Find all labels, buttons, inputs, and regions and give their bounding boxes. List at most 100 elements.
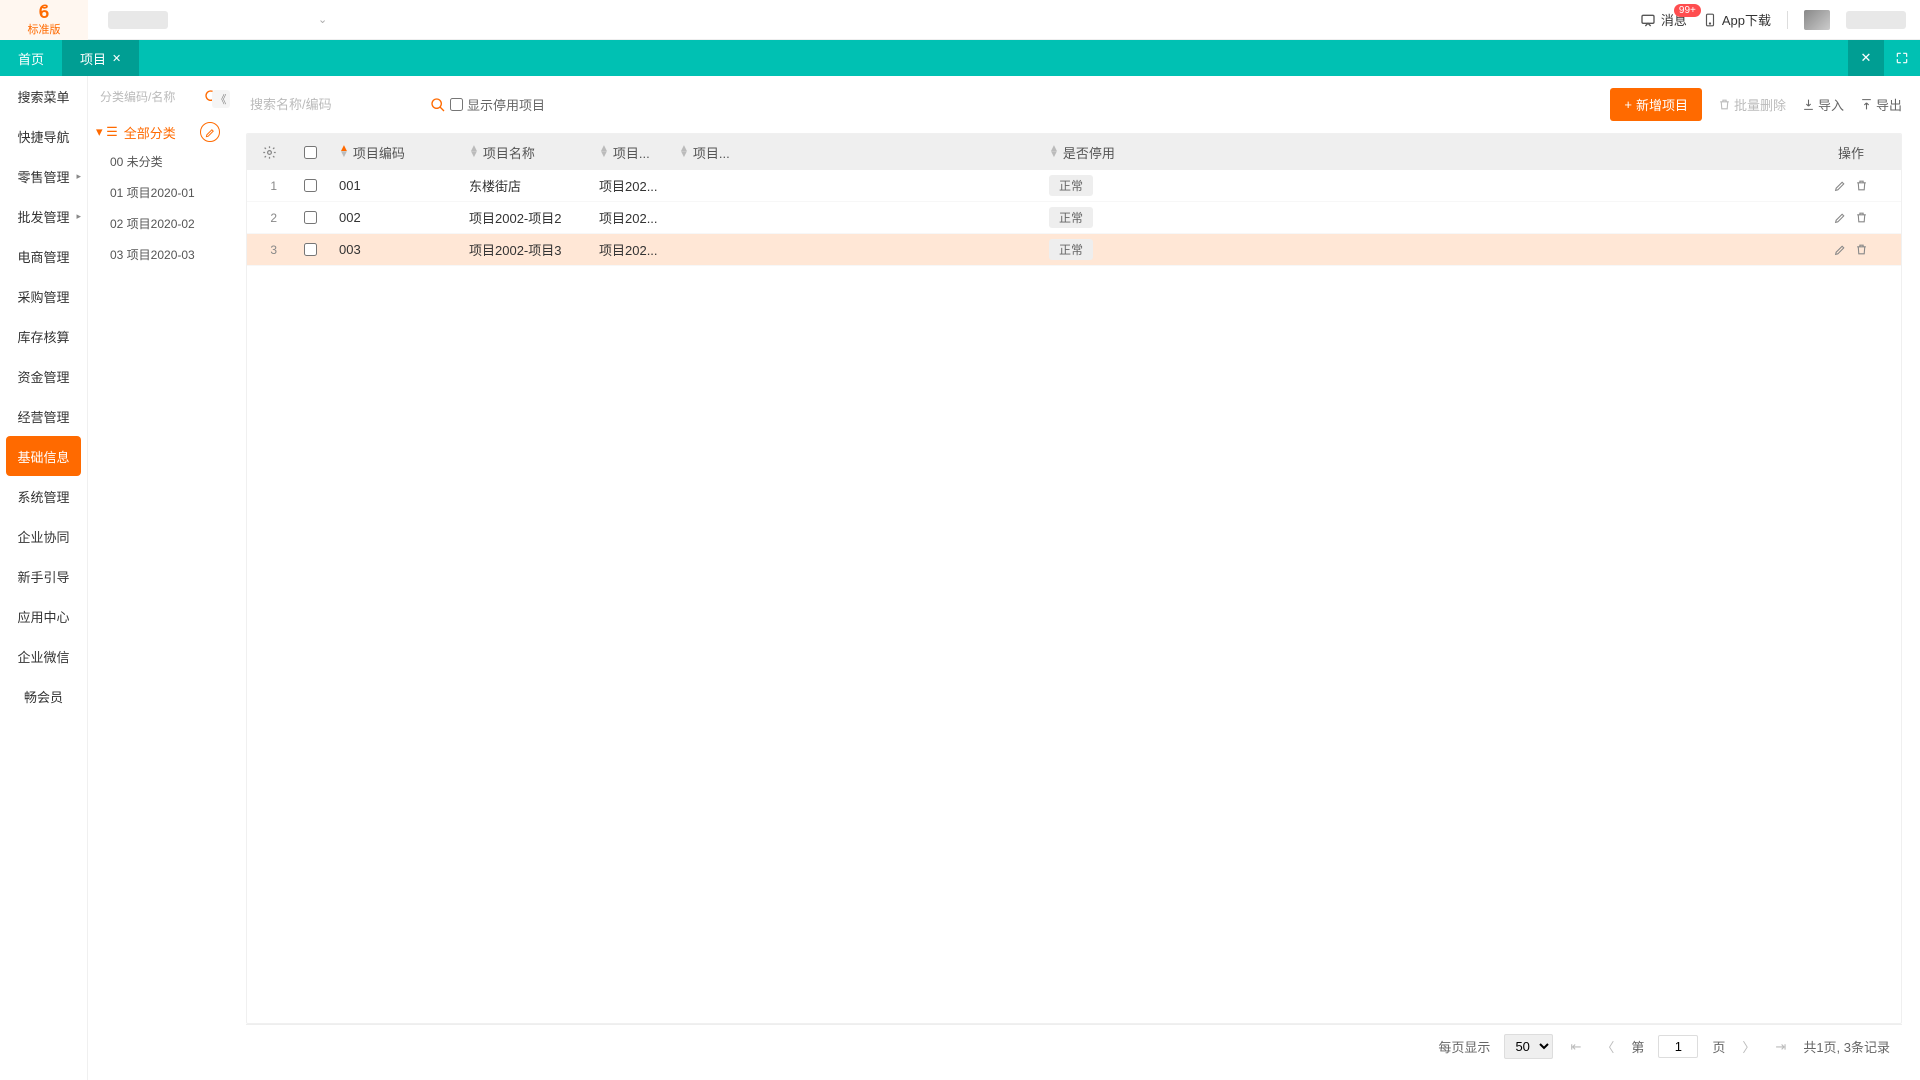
fullscreen-button[interactable] <box>1884 40 1920 76</box>
page-input[interactable] <box>1658 1035 1698 1058</box>
chat-icon <box>1640 12 1656 28</box>
show-disabled-input[interactable] <box>450 98 463 111</box>
tree-node[interactable]: 00 未分类 <box>96 146 220 177</box>
import-icon <box>1802 98 1815 111</box>
tree-root[interactable]: ▾ ☰ 全部分类 <box>96 118 220 146</box>
sidebar-item[interactable]: 经营管理 <box>0 396 87 436</box>
row-index: 3 <box>247 243 291 257</box>
pagination: 每页显示 50 ⇤ 〈 第 页 〉 ⇥ 共1页, 3条记录 <box>246 1024 1902 1068</box>
column-name[interactable]: 项目名称 <box>459 143 589 162</box>
sidebar-item[interactable]: 系统管理 <box>0 476 87 516</box>
sidebar-item[interactable]: 畅会员 <box>0 676 87 716</box>
messages-badge: 99+ <box>1674 4 1701 17</box>
search-input[interactable] <box>246 93 430 116</box>
edit-category-button[interactable] <box>200 122 220 142</box>
row-checkbox[interactable] <box>291 211 329 224</box>
sidebar-item[interactable]: 零售管理▸ <box>0 156 87 196</box>
row-checkbox[interactable] <box>291 243 329 256</box>
tree-search-input[interactable] <box>96 86 198 108</box>
last-page-button[interactable]: ⇥ <box>1772 1039 1789 1055</box>
sidebar-item[interactable]: 企业协同 <box>0 516 87 556</box>
row-index: 1 <box>247 179 291 193</box>
collapse-tree-button[interactable]: 《 <box>212 90 230 108</box>
tree-node[interactable]: 02 项目2020-02 <box>96 208 220 239</box>
tree-node[interactable]: 03 项目2020-03 <box>96 239 220 270</box>
table-row[interactable]: 3003项目2002-项目3项目202...正常 <box>247 234 1901 266</box>
edit-icon[interactable] <box>1834 179 1847 192</box>
plus-icon: + <box>1624 97 1632 112</box>
delete-icon[interactable] <box>1855 179 1868 192</box>
tree-node[interactable]: 01 项目2020-01 <box>96 177 220 208</box>
cell-cat: 项目202... <box>589 208 669 227</box>
batch-delete-label: 批量删除 <box>1734 95 1786 114</box>
column-status[interactable]: 是否停用 <box>1039 143 1801 162</box>
export-label: 导出 <box>1876 95 1902 114</box>
search-icon[interactable] <box>430 97 446 113</box>
per-page-select[interactable]: 50 <box>1504 1034 1553 1059</box>
import-button[interactable]: 导入 <box>1802 95 1844 114</box>
messages-button[interactable]: 消息 99+ <box>1640 10 1687 29</box>
delete-icon[interactable] <box>1855 243 1868 256</box>
user-name-chip[interactable] <box>1846 11 1906 29</box>
app-download-button[interactable]: App下载 <box>1703 10 1771 29</box>
sidebar-item[interactable]: 资金管理 <box>0 356 87 396</box>
table-row[interactable]: 1001东楼街店项目202...正常 <box>247 170 1901 202</box>
expand-icon <box>1895 51 1909 65</box>
next-page-button[interactable]: 〉 <box>1739 1037 1758 1056</box>
delete-icon[interactable] <box>1855 211 1868 224</box>
tab-home[interactable]: 首页 <box>0 40 62 76</box>
row-checkbox[interactable] <box>291 179 329 192</box>
chevron-right-icon: ▸ <box>76 171 81 182</box>
sidebar-item[interactable]: 批发管理▸ <box>0 196 87 236</box>
cell-ops <box>1801 243 1901 256</box>
table-row[interactable]: 2 002项目2002-项目2项目202... 正常 <box>247 202 1901 234</box>
sidebar-item[interactable]: 快捷导航 <box>0 116 87 156</box>
cell-name: 项目2002-项目2 <box>459 208 589 227</box>
prev-page-button[interactable]: 〈 <box>1598 1037 1617 1056</box>
batch-delete-button: 批量删除 <box>1718 95 1786 114</box>
cell-code: 002 <box>329 210 459 225</box>
org-selector[interactable]: ⌄ <box>88 11 347 29</box>
close-tabs-button[interactable]: ✕ <box>1848 40 1884 76</box>
first-page-button[interactable]: ⇤ <box>1567 1039 1584 1055</box>
tree-root-label: 全部分类 <box>124 123 176 142</box>
gear-icon <box>262 145 277 160</box>
sidebar-item[interactable]: 应用中心 <box>0 596 87 636</box>
phone-icon <box>1703 12 1717 28</box>
tab-strip: 首页 项目 ✕ ✕ <box>0 40 1920 76</box>
sidebar-item[interactable]: 基础信息 <box>6 436 81 476</box>
logo-icon: ϐ <box>39 3 50 21</box>
column-desc[interactable]: 项目... <box>669 143 1039 162</box>
column-category[interactable]: 项目... <box>589 143 669 162</box>
select-all-checkbox[interactable] <box>291 146 329 159</box>
close-icon[interactable]: ✕ <box>112 52 121 65</box>
tab-home-label: 首页 <box>18 49 44 68</box>
column-settings[interactable] <box>247 145 291 160</box>
trash-icon <box>1718 98 1731 111</box>
export-icon <box>1860 98 1873 111</box>
sidebar-item[interactable]: 采购管理 <box>0 276 87 316</box>
brand-logo: ϐ 标准版 <box>0 0 88 40</box>
edit-icon[interactable] <box>1834 211 1847 224</box>
sidebar-item[interactable]: 电商管理 <box>0 236 87 276</box>
sidebar-item[interactable]: 搜索菜单 <box>0 76 87 116</box>
export-button[interactable]: 导出 <box>1860 95 1902 114</box>
page-summary: 共1页, 3条记录 <box>1803 1037 1890 1056</box>
row-index: 2 <box>247 211 291 225</box>
cell-status: 正常 <box>1039 207 1801 228</box>
cell-status: 正常 <box>1039 239 1801 260</box>
column-code[interactable]: 项目编码 <box>329 143 459 162</box>
sidebar-item[interactable]: 新手引导 <box>0 556 87 596</box>
project-table: 项目编码 项目名称 项目... 项目... 是否停用 操作 1001东楼街店项目… <box>246 133 1902 1024</box>
avatar[interactable] <box>1804 10 1830 30</box>
show-disabled-checkbox[interactable]: 显示停用项目 <box>450 95 545 114</box>
tab-project[interactable]: 项目 ✕ <box>62 40 139 76</box>
add-project-button[interactable]: + 新增项目 <box>1610 88 1702 121</box>
show-disabled-label: 显示停用项目 <box>467 95 545 114</box>
sidebar-item[interactable]: 企业微信 <box>0 636 87 676</box>
brand-subtext: 标准版 <box>28 21 61 37</box>
page-suffix: 页 <box>1712 1037 1725 1056</box>
edit-icon[interactable] <box>1834 243 1847 256</box>
sidebar-item[interactable]: 库存核算 <box>0 316 87 356</box>
download-label: App下载 <box>1722 10 1771 29</box>
